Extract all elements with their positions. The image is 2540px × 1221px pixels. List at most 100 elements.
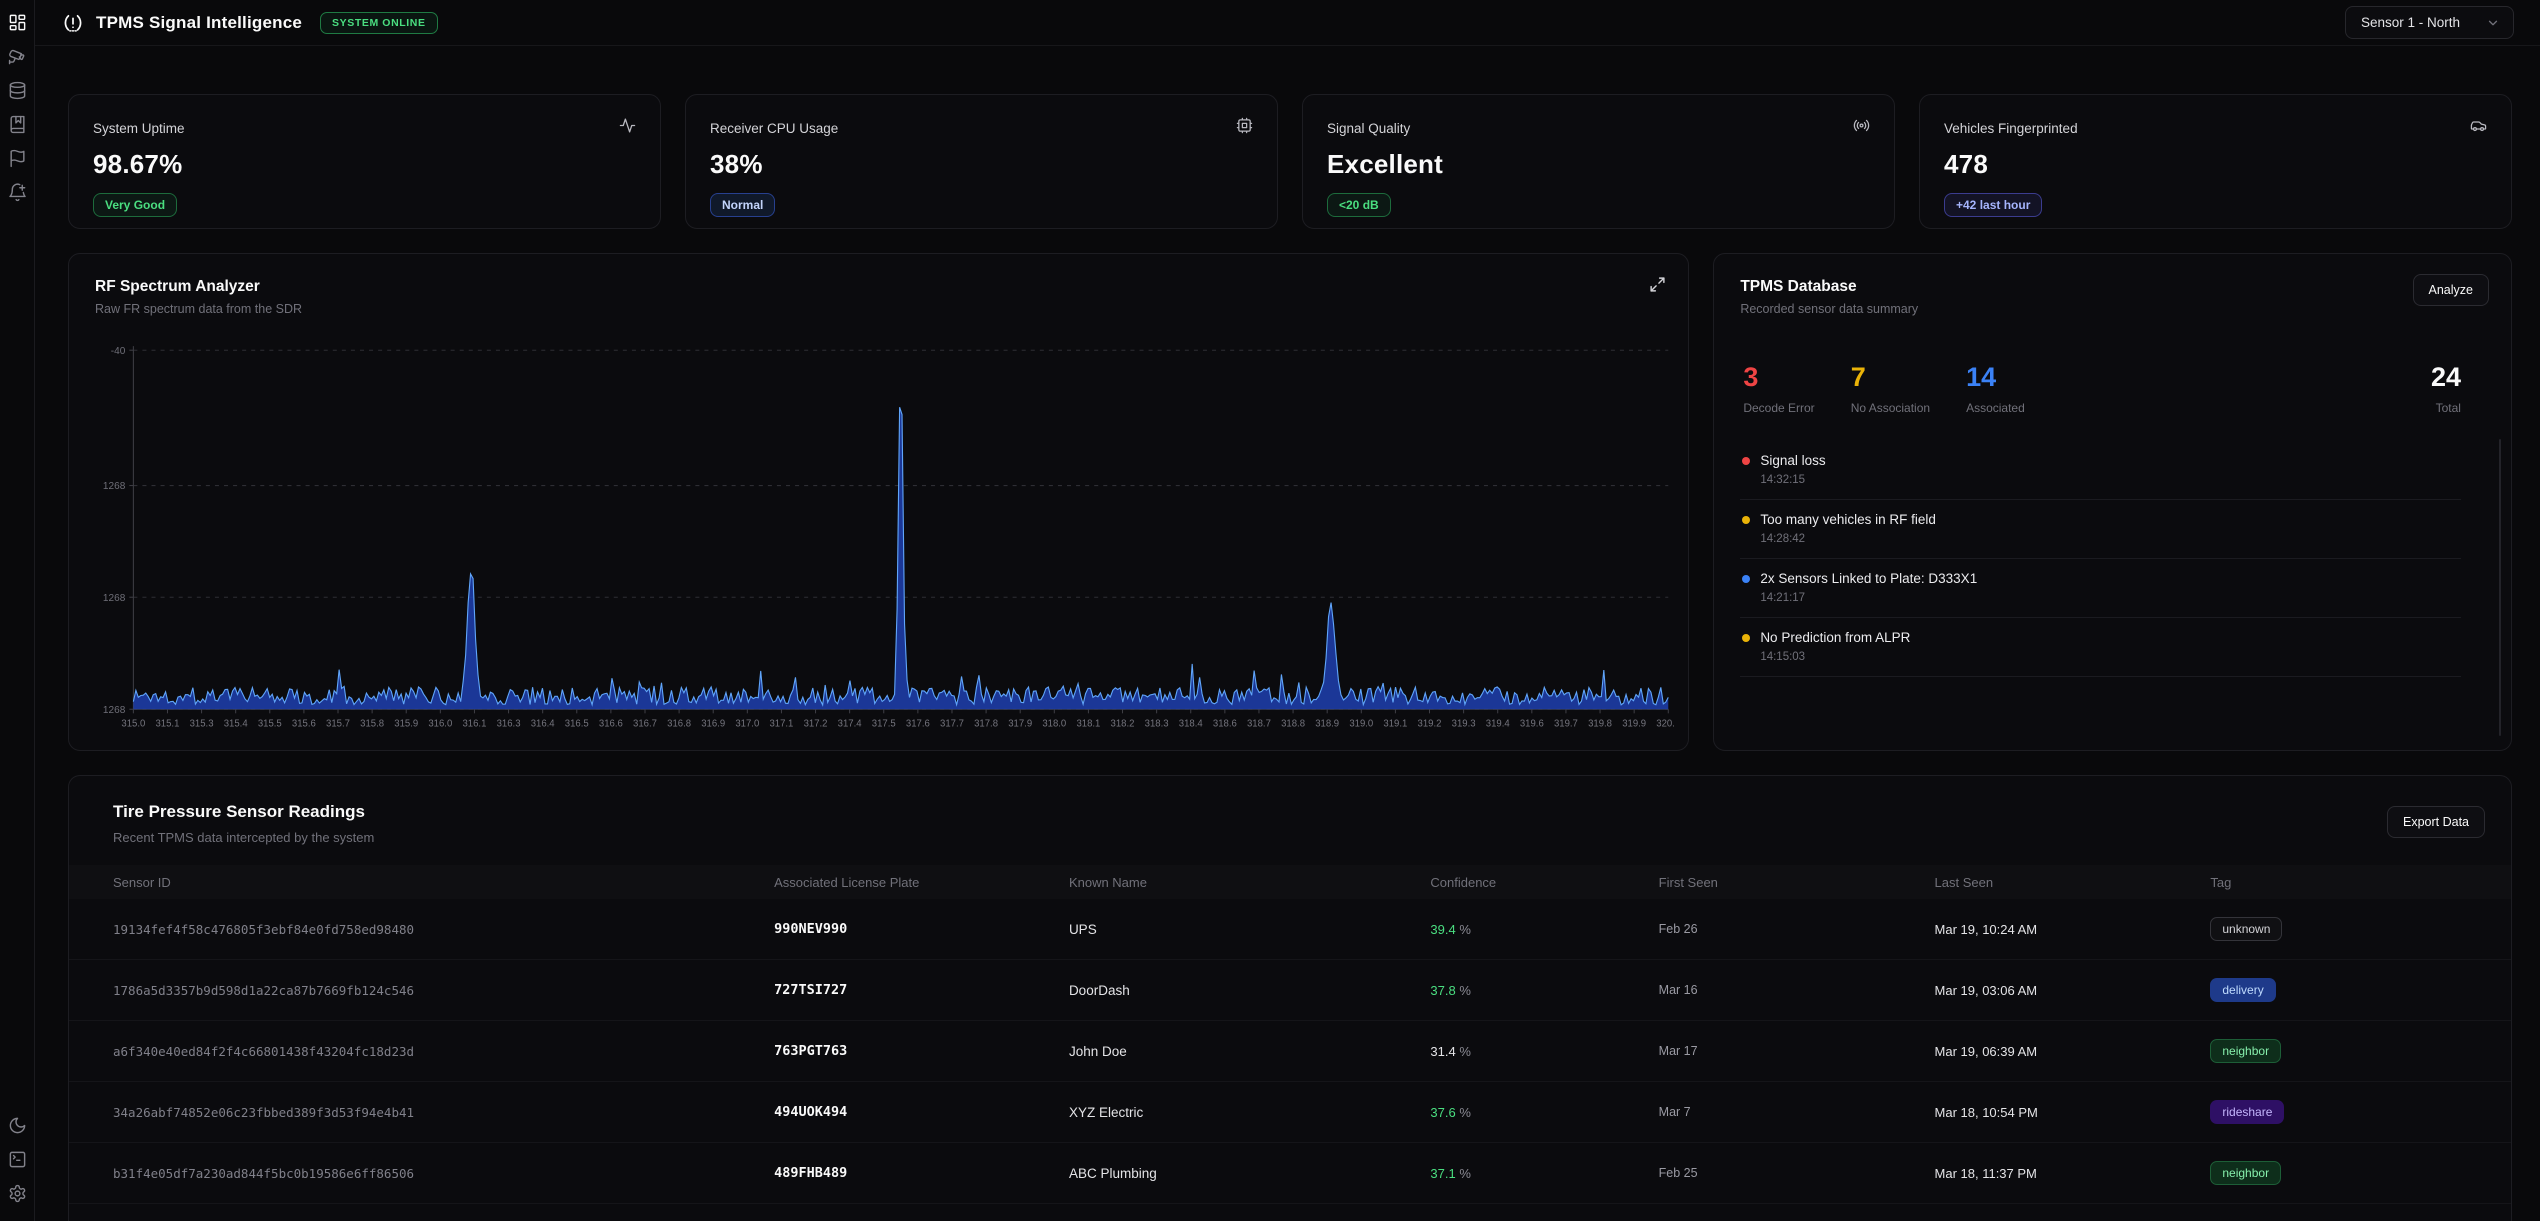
- stat-badge: <20 dB: [1327, 193, 1391, 217]
- export-data-button[interactable]: Export Data: [2387, 806, 2485, 838]
- cell-license-plate: 489FHB489: [774, 1165, 1069, 1181]
- cell-sensor-id: 1786a5d3357b9d598d1a22ca87b7669fb124c546: [113, 983, 774, 998]
- svg-text:318.6: 318.6: [1213, 719, 1237, 730]
- sidebar-item-cctv[interactable]: [7, 48, 27, 68]
- svg-text:316.8: 316.8: [667, 719, 691, 730]
- table-title: Tire Pressure Sensor Readings: [113, 802, 2485, 822]
- spectrum-chart: -40126812681268315.0315.1315.3315.4315.5…: [83, 342, 1674, 740]
- stat-card-top: Signal Quality: [1327, 117, 1870, 139]
- stat-card: Vehicles Fingerprinted478+42 last hour: [1919, 94, 2512, 229]
- event-item[interactable]: Signal loss14:32:15: [1740, 441, 2461, 500]
- svg-text:316.5: 316.5: [565, 719, 589, 730]
- status-badge: SYSTEM ONLINE: [320, 12, 438, 34]
- scrollbar[interactable]: [2499, 439, 2501, 736]
- sidebar: [0, 0, 35, 1221]
- activity-icon: [619, 117, 636, 139]
- stat-label: Receiver CPU Usage: [710, 121, 838, 136]
- radio-icon: [1853, 117, 1870, 139]
- chevron-down-icon: [2486, 16, 2500, 30]
- analyze-button[interactable]: Analyze: [2413, 274, 2489, 306]
- tpms-warning-icon: [62, 12, 84, 34]
- svg-text:315.8: 315.8: [360, 719, 384, 730]
- svg-text:1268: 1268: [103, 593, 126, 604]
- svg-text:317.4: 317.4: [838, 719, 863, 730]
- svg-text:319.9: 319.9: [1622, 719, 1646, 730]
- table-column-headers: Sensor IDAssociated License PlateKnown N…: [69, 865, 2511, 899]
- svg-text:315.9: 315.9: [394, 719, 418, 730]
- table-row[interactable]: a6f340e40ed84f2f4c66801438f43204fc18d23d…: [69, 1021, 2511, 1082]
- column-header: Tag: [2210, 875, 2491, 890]
- table-body: 19134fef4f58c476805f3ebf84e0fd758ed98480…: [69, 899, 2511, 1204]
- stat-value: 478: [1944, 149, 2487, 180]
- event-status-dot: [1742, 575, 1750, 583]
- event-text: Signal loss: [1760, 453, 1825, 468]
- tag-badge: delivery: [2210, 978, 2275, 1002]
- event-head: 2x Sensors Linked to Plate: D333X1: [1742, 571, 2461, 586]
- sidebar-item-database[interactable]: [7, 82, 27, 102]
- svg-text:316.9: 316.9: [701, 719, 725, 730]
- stats-row: System Uptime98.67%Very GoodReceiver CPU…: [68, 94, 2512, 229]
- column-header: First Seen: [1659, 875, 1935, 890]
- svg-text:316.4: 316.4: [531, 719, 556, 730]
- cell-first-seen: Feb 26: [1659, 922, 1935, 936]
- svg-text:317.5: 317.5: [872, 719, 896, 730]
- table-row[interactable]: 1786a5d3357b9d598d1a22ca87b7669fb124c546…: [69, 960, 2511, 1021]
- event-head: Signal loss: [1742, 453, 2461, 468]
- cell-tag: neighbor: [2210, 1161, 2491, 1185]
- expand-button[interactable]: [1649, 276, 1666, 296]
- confidence-value: 39.4: [1430, 922, 1455, 937]
- event-item[interactable]: No Prediction from ALPR14:15:03: [1740, 618, 2461, 677]
- stat-value: 98.67%: [93, 149, 636, 180]
- header: TPMS Signal Intelligence SYSTEM ONLINE S…: [35, 0, 2540, 46]
- confidence-value: 37.1: [1430, 1166, 1455, 1181]
- cell-confidence: 37.6 %: [1430, 1105, 1658, 1120]
- event-time: 14:21:17: [1760, 592, 2461, 604]
- svg-text:315.7: 315.7: [326, 719, 350, 730]
- svg-text:318.7: 318.7: [1247, 719, 1271, 730]
- table-row[interactable]: 34a26abf74852e06c23fbbed389f3d53f94e4b41…: [69, 1082, 2511, 1143]
- cell-known-name: John Doe: [1069, 1044, 1430, 1059]
- confidence-value: 37.8: [1430, 983, 1455, 998]
- event-head: Too many vehicles in RF field: [1742, 512, 2461, 527]
- confidence-percent-sign: %: [1456, 1044, 1471, 1059]
- svg-text:318.8: 318.8: [1281, 719, 1305, 730]
- svg-text:318.3: 318.3: [1145, 719, 1169, 730]
- sidebar-item-moon[interactable]: [7, 1117, 27, 1137]
- sidebar-item-settings[interactable]: [7, 1185, 27, 1205]
- table-row[interactable]: 19134fef4f58c476805f3ebf84e0fd758ed98480…: [69, 899, 2511, 960]
- cell-confidence: 39.4 %: [1430, 922, 1658, 937]
- db-stat-label: Decode Error: [1743, 401, 1814, 415]
- sidebar-item-dashboard[interactable]: [7, 14, 27, 34]
- sensor-selector[interactable]: Sensor 1 - North: [2345, 6, 2514, 39]
- db-stat: 7No Association: [1851, 362, 1930, 415]
- db-total-label: Total: [2431, 401, 2461, 415]
- confidence-percent-sign: %: [1456, 1166, 1471, 1181]
- sensor-selector-value: Sensor 1 - North: [2361, 15, 2460, 30]
- event-status-dot: [1742, 516, 1750, 524]
- stat-value: 38%: [710, 149, 1253, 180]
- db-stat-total: 24Total: [2431, 362, 2485, 415]
- cell-tag: neighbor: [2210, 1039, 2491, 1063]
- db-stat-value: 14: [1966, 362, 2025, 393]
- panels-row: RF Spectrum Analyzer Raw FR spectrum dat…: [68, 253, 2512, 751]
- svg-text:316.7: 316.7: [633, 719, 657, 730]
- event-item[interactable]: 2x Sensors Linked to Plate: D333X1 14:21:…: [1740, 559, 2461, 618]
- table-row[interactable]: b31f4e05df7a230ad844f5bc0b19586e6ff86506…: [69, 1143, 2511, 1204]
- cell-tag: rideshare: [2210, 1100, 2491, 1124]
- stat-label: Signal Quality: [1327, 121, 1410, 136]
- table-subtitle: Recent TPMS data intercepted by the syst…: [113, 830, 2485, 845]
- event-item[interactable]: Too many vehicles in RF field14:28:42: [1740, 500, 2461, 559]
- sidebar-item-flag[interactable]: [7, 150, 27, 170]
- sidebar-item-book[interactable]: [7, 116, 27, 136]
- cell-known-name: UPS: [1069, 922, 1430, 937]
- svg-text:315.0: 315.0: [121, 719, 145, 730]
- cell-first-seen: Mar 16: [1659, 983, 1935, 997]
- database-icon: [8, 81, 27, 103]
- sidebar-item-bellplus[interactable]: [7, 184, 27, 204]
- cell-confidence: 37.8 %: [1430, 983, 1658, 998]
- sidebar-item-terminal[interactable]: [7, 1151, 27, 1171]
- svg-text:319.6: 319.6: [1520, 719, 1544, 730]
- svg-text:317.0: 317.0: [735, 719, 759, 730]
- svg-text:315.6: 315.6: [292, 719, 316, 730]
- stat-label: System Uptime: [93, 121, 185, 136]
